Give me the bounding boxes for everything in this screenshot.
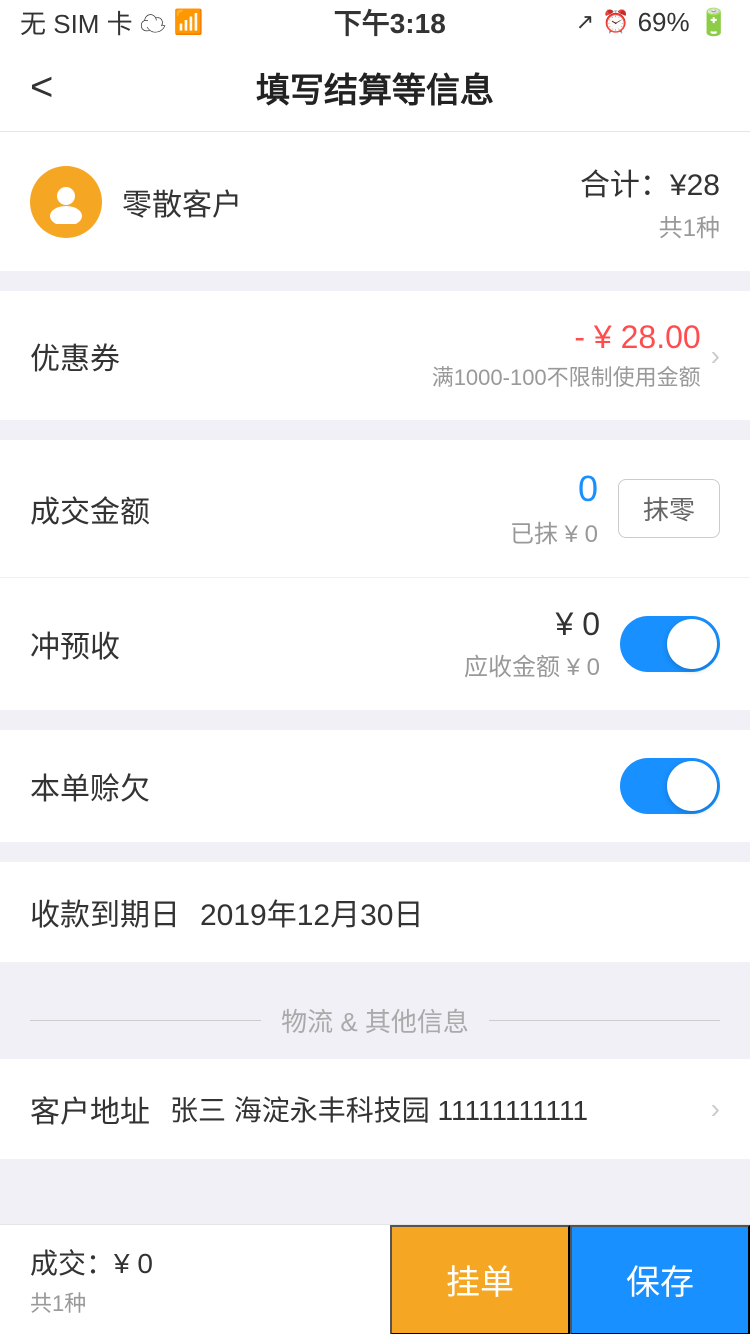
status-time: 下午3:18 (334, 2, 446, 42)
divider-line-left (30, 1020, 261, 1021)
hold-button[interactable]: 挂单 (390, 1225, 570, 1334)
location-icon: ↗ (576, 9, 594, 35)
page-title: 填写结算等信息 (256, 63, 494, 112)
status-right: ↗ ⏰ 69% 🔋 (576, 7, 730, 38)
address-value: 张三 海淀永丰科技园 11111111111 (170, 1089, 588, 1129)
debt-section: 本单赊欠 (0, 730, 750, 842)
bottom-count: 共1种 (30, 1286, 360, 1318)
debt-label: 本单赊欠 (30, 764, 150, 808)
nav-bar: < 填写结算等信息 (0, 44, 750, 132)
bottom-summary: 成交：¥ 0 共1种 (0, 1242, 390, 1318)
logistics-divider: 物流 & 其他信息 (0, 982, 750, 1059)
address-left: 客户地址 张三 海淀永丰科技园 11111111111 (30, 1087, 588, 1131)
prepay-label: 冲预收 (30, 622, 120, 666)
amount-input-area: 0 已抹 ¥ 0 (510, 468, 598, 549)
bottom-bar: 成交：¥ 0 共1种 挂单 保存 (0, 1224, 750, 1334)
address-chevron-icon: › (711, 1093, 720, 1125)
coupon-row[interactable]: 优惠券 - ¥ 28.00 满1000-100不限制使用金额 › (0, 291, 750, 420)
transaction-row: 成交金额 0 已抹 ¥ 0 抹零 (0, 440, 750, 578)
coupon-section: 优惠券 - ¥ 28.00 满1000-100不限制使用金额 › (0, 291, 750, 420)
divider-line-right (489, 1020, 720, 1021)
prepay-amount: ¥ 0 (464, 606, 600, 643)
coupon-detail: - ¥ 28.00 满1000-100不限制使用金额 (432, 319, 701, 392)
prepay-receivable: 应收金额 ¥ 0 (464, 647, 600, 682)
prepay-amount-area: ¥ 0 应收金额 ¥ 0 (464, 606, 600, 682)
transaction-label: 成交金额 (30, 487, 150, 531)
customer-right: 合计：¥28 共1种 (580, 160, 720, 243)
customer-name: 零散客户 (122, 180, 242, 224)
coupon-desc: 满1000-100不限制使用金额 (432, 360, 701, 392)
content-area: 零散客户 合计：¥28 共1种 优惠券 - ¥ 28.00 满1000-100不… (0, 132, 750, 1299)
sim-label: 无 SIM 卡 ☁ (20, 4, 166, 41)
address-label: 客户地址 (30, 1087, 150, 1131)
toggle-knob (667, 619, 717, 669)
debt-toggle-knob (667, 761, 717, 811)
total-count: 共1种 (580, 208, 720, 243)
chevron-right-icon: › (711, 340, 720, 372)
due-date-section: 收款到期日 2019年12月30日 (0, 862, 750, 962)
bottom-transaction: 成交：¥ 0 (30, 1242, 360, 1282)
coupon-label: 优惠券 (30, 334, 120, 378)
debt-toggle[interactable] (620, 758, 720, 814)
transaction-amount-value[interactable]: 0 (510, 468, 598, 510)
status-left: 无 SIM 卡 ☁ 📶 (20, 4, 204, 41)
prepay-row: 冲预收 ¥ 0 应收金额 ¥ 0 (0, 578, 750, 710)
address-section[interactable]: 客户地址 张三 海淀永丰科技园 11111111111 › (0, 1059, 750, 1159)
avatar (30, 166, 102, 238)
due-date-label: 收款到期日 (30, 890, 180, 934)
logistics-label: 物流 & 其他信息 (281, 1002, 469, 1039)
prepay-toggle[interactable] (620, 616, 720, 672)
total-amount: 合计：¥28 (580, 160, 720, 204)
wifi-icon: 📶 (174, 8, 204, 37)
customer-left: 零散客户 (30, 166, 242, 238)
transaction-right: 0 已抹 ¥ 0 抹零 (510, 468, 720, 549)
transaction-section: 成交金额 0 已抹 ¥ 0 抹零 冲预收 ¥ 0 应收金额 ¥ 0 (0, 440, 750, 710)
battery-icon: 🔋 (698, 7, 730, 38)
amount-already: 已抹 ¥ 0 (510, 514, 598, 549)
alarm-icon: ⏰ (602, 9, 629, 35)
bottom-transaction-value: ¥ 0 (114, 1248, 153, 1279)
prepay-right: ¥ 0 应收金额 ¥ 0 (464, 606, 720, 682)
back-button[interactable]: < (30, 65, 90, 110)
bottom-transaction-label: 成交： (30, 1248, 114, 1279)
battery-label: 69% (638, 7, 690, 38)
customer-section: 零散客户 合计：¥28 共1种 (0, 132, 750, 271)
round-button[interactable]: 抹零 (618, 479, 720, 538)
coupon-right: - ¥ 28.00 满1000-100不限制使用金额 › (432, 319, 720, 392)
status-bar: 无 SIM 卡 ☁ 📶 下午3:18 ↗ ⏰ 69% 🔋 (0, 0, 750, 44)
save-button[interactable]: 保存 (570, 1225, 750, 1334)
coupon-value: - ¥ 28.00 (432, 319, 701, 356)
due-date-value[interactable]: 2019年12月30日 (200, 890, 423, 934)
